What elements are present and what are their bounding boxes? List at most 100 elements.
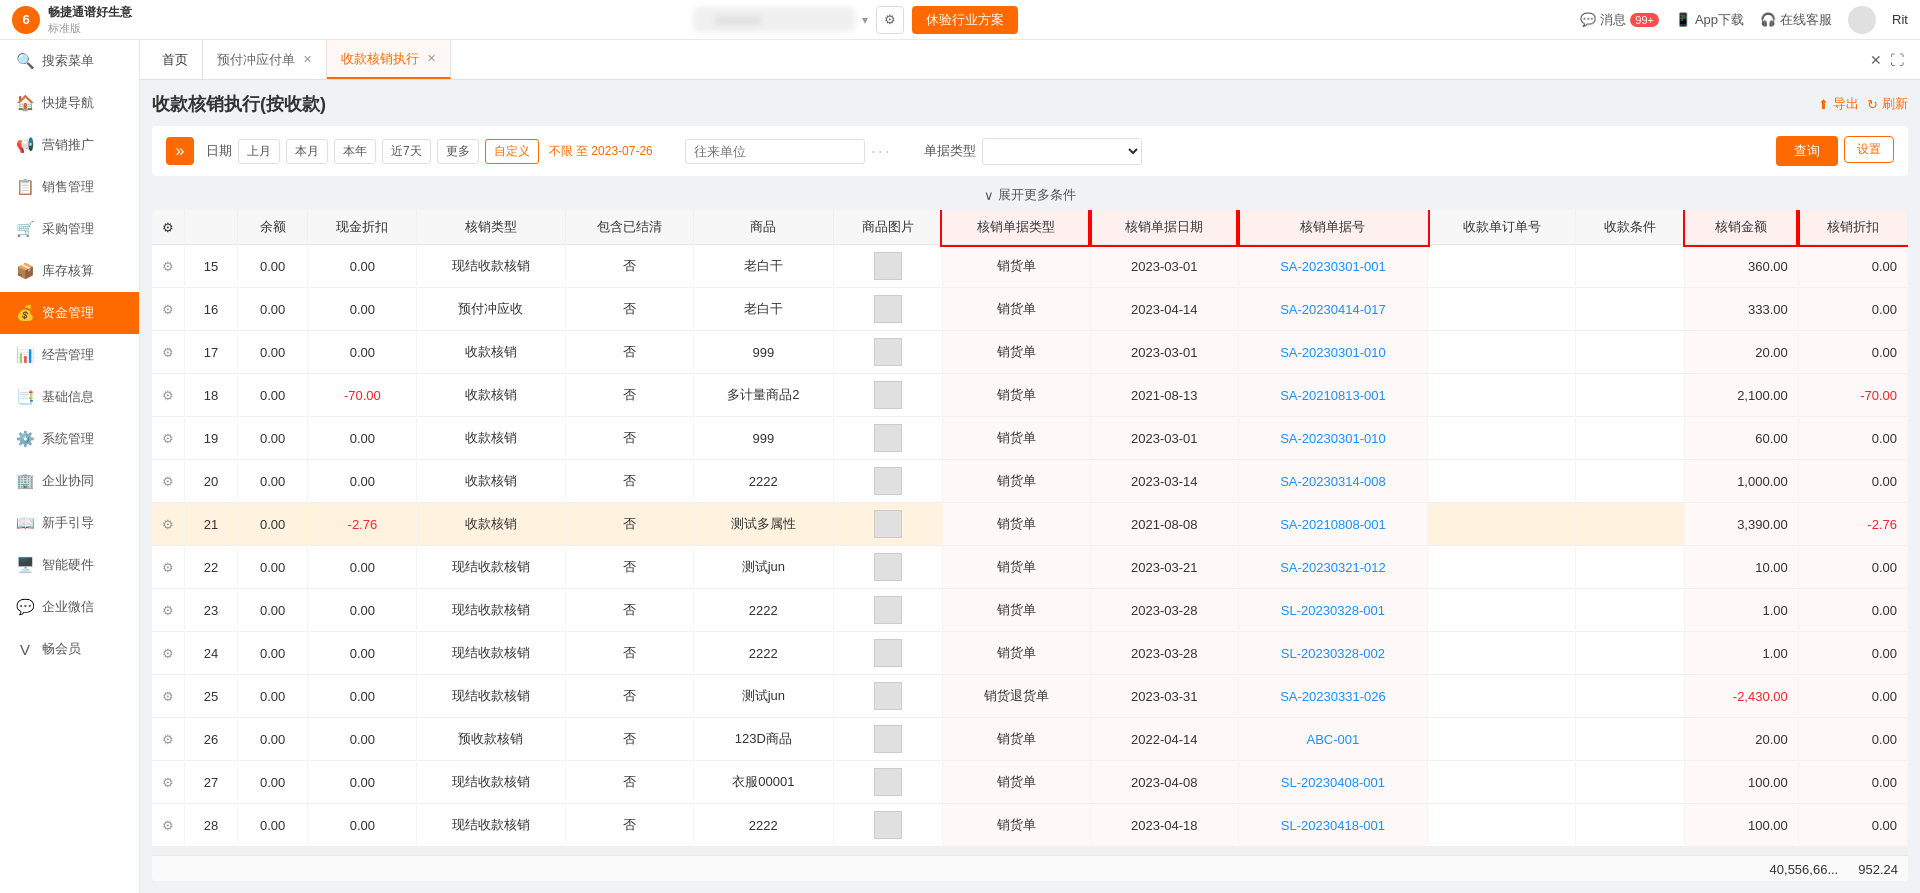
sidebar-item-member[interactable]: V 畅会员 <box>0 628 139 670</box>
cell-bill-no[interactable]: ABC-001 <box>1238 718 1427 761</box>
sidebar-item-search[interactable]: 🔍 搜索菜单 <box>0 40 139 82</box>
guide-icon: 📖 <box>16 514 34 532</box>
cell-bill-no[interactable]: SA-20210813-001 <box>1238 374 1427 417</box>
cell-product-img <box>833 632 942 675</box>
cell-bill-date: 2022-04-14 <box>1090 718 1238 761</box>
app-download-btn[interactable]: 📱 App下载 <box>1675 11 1744 29</box>
cell-balance: 0.00 <box>238 761 308 804</box>
sidebar-item-smart[interactable]: 🖥️ 智能硬件 <box>0 544 139 586</box>
sidebar-item-finance[interactable]: 💰 资金管理 <box>0 292 139 334</box>
sidebar-item-operations[interactable]: 📊 经营管理 <box>0 334 139 376</box>
sidebar-item-basic[interactable]: 📑 基础信息 <box>0 376 139 418</box>
cell-bill-no[interactable]: SA-20230301-010 <box>1238 331 1427 374</box>
close-tab-receipt-icon[interactable]: ✕ <box>427 52 436 65</box>
dots-icon[interactable]: ··· <box>871 141 892 162</box>
dropdown-arrow-icon[interactable]: ▾ <box>862 13 868 27</box>
cell-receipt-order <box>1428 245 1576 288</box>
cell-product-img <box>833 804 942 847</box>
counterpart-input[interactable] <box>685 139 865 164</box>
last7-btn[interactable]: 近7天 <box>382 139 431 164</box>
footer-cancel-discount: 952.24 <box>1858 862 1898 877</box>
cell-bill-no[interactable]: SL-20230408-001 <box>1238 761 1427 804</box>
messages-btn[interactable]: 💬 消息 99+ <box>1580 11 1659 29</box>
blurred-field[interactable] <box>694 8 854 31</box>
filter-collapse-btn[interactable]: » <box>166 137 194 165</box>
cell-cancel-discount: 0.00 <box>1798 331 1907 374</box>
cell-cancel-discount: 0.00 <box>1798 417 1907 460</box>
sidebar-item-system[interactable]: ⚙️ 系统管理 <box>0 418 139 460</box>
table-row: ⚙ 22 0.00 0.00 现结收款核销 否 测试jun 销货单 2023-0… <box>152 546 1908 589</box>
cell-bill-date: 2023-03-28 <box>1090 632 1238 675</box>
sidebar-item-quick-nav[interactable]: 🏠 快捷导航 <box>0 82 139 124</box>
cell-type: 收款核销 <box>417 503 565 546</box>
cell-included: 否 <box>565 417 694 460</box>
export-btn[interactable]: ⬆ 导出 <box>1818 95 1859 113</box>
cell-bill-no[interactable]: SA-20230321-012 <box>1238 546 1427 589</box>
cell-bill-date: 2023-04-08 <box>1090 761 1238 804</box>
home-icon: 🏠 <box>16 94 34 112</box>
cell-discount: 0.00 <box>308 804 417 847</box>
table-row: ⚙ 23 0.00 0.00 现结收款核销 否 2222 销货单 2023-03… <box>152 589 1908 632</box>
cell-bill-no[interactable]: SL-20230328-002 <box>1238 632 1427 675</box>
cell-discount: 0.00 <box>308 546 417 589</box>
last-month-btn[interactable]: 上月 <box>238 139 280 164</box>
cell-bill-no[interactable]: SA-20230301-010 <box>1238 417 1427 460</box>
cell-bill-date: 2023-03-31 <box>1090 675 1238 718</box>
cell-included: 否 <box>565 374 694 417</box>
sidebar-item-enterprise[interactable]: 🏢 企业协同 <box>0 460 139 502</box>
cell-bill-no[interactable]: SA-20230414-017 <box>1238 288 1427 331</box>
tab-receipt[interactable]: 收款核销执行 ✕ <box>327 40 451 79</box>
close-tab-btn[interactable]: ✕ <box>1870 52 1882 68</box>
cell-discount: 0.00 <box>308 632 417 675</box>
app-icon: 📱 <box>1675 12 1691 27</box>
industry-btn[interactable]: 休验行业方案 <box>912 6 1018 34</box>
settings-btn[interactable]: 设置 <box>1844 136 1894 163</box>
gear-button[interactable]: ⚙ <box>876 6 904 34</box>
cell-receipt-order <box>1428 632 1576 675</box>
this-month-btn[interactable]: 本月 <box>286 139 328 164</box>
cell-product: 123D商品 <box>694 718 833 761</box>
cell-bill-date: 2023-03-14 <box>1090 460 1238 503</box>
cell-bill-no[interactable]: SL-20230418-001 <box>1238 804 1427 847</box>
this-year-btn[interactable]: 本年 <box>334 139 376 164</box>
wechat-icon: 💬 <box>16 598 34 616</box>
refresh-btn[interactable]: ↻ 刷新 <box>1867 95 1908 113</box>
th-receipt-order: 收款单订单号 <box>1428 210 1576 245</box>
receipt-type-select[interactable] <box>982 138 1142 165</box>
tab-prepay[interactable]: 预付冲应付单 ✕ <box>203 40 327 79</box>
query-btn[interactable]: 查询 <box>1776 136 1838 166</box>
cell-bill-no[interactable]: SA-20210808-001 <box>1238 503 1427 546</box>
member-icon: V <box>16 640 34 658</box>
expand-link[interactable]: ∨ 展开更多条件 <box>984 186 1076 204</box>
th-receipt-cond: 收款条件 <box>1576 210 1685 245</box>
top-bar: 6 畅捷通谱好生意 标准版 ▾ ⚙ 休验行业方案 💬 消息 99+ 📱 App下… <box>0 0 1920 40</box>
more-btn[interactable]: 更多 <box>437 139 479 164</box>
table-row: ⚙ 25 0.00 0.00 现结收款核销 否 测试jun 销货退货单 2023… <box>152 675 1908 718</box>
sidebar-item-wechat[interactable]: 💬 企业微信 <box>0 586 139 628</box>
cell-receipt-cond <box>1576 546 1685 589</box>
cell-product: 测试jun <box>694 675 833 718</box>
content-area: 首页 预付冲应付单 ✕ 收款核销执行 ✕ ✕ ⛶ 收款核销执行(按收款) <box>140 40 1920 893</box>
cell-bill-no[interactable]: SA-20230301-001 <box>1238 245 1427 288</box>
sidebar-item-inventory[interactable]: 📦 库存核算 <box>0 250 139 292</box>
sidebar-item-purchase[interactable]: 🛒 采购管理 <box>0 208 139 250</box>
scrollbar[interactable] <box>152 847 1908 855</box>
expand-tab-btn[interactable]: ⛶ <box>1890 52 1904 68</box>
tabs-left: 首页 预付冲应付单 ✕ 收款核销执行 ✕ <box>148 40 451 79</box>
table-row: ⚙ 21 0.00 -2.76 收款核销 否 测试多属性 销货单 2021-08… <box>152 503 1908 546</box>
cell-bill-no[interactable]: SA-20230331-026 <box>1238 675 1427 718</box>
cell-bill-no[interactable]: SL-20230328-001 <box>1238 589 1427 632</box>
cell-bill-no[interactable]: SA-20230314-008 <box>1238 460 1427 503</box>
tab-home[interactable]: 首页 <box>148 40 203 79</box>
online-service-btn[interactable]: 🎧 在线客服 <box>1760 11 1832 29</box>
custom-btn[interactable]: 自定义 <box>485 139 539 164</box>
sidebar-item-sales[interactable]: 📋 销售管理 <box>0 166 139 208</box>
sidebar-item-marketing[interactable]: 📢 营销推广 <box>0 124 139 166</box>
table-header-row: ⚙ 余额 现金折扣 核销类型 包含已结清 商品 商品图片 核销单据类型 核销单据… <box>152 210 1908 245</box>
th-product: 商品 <box>694 210 833 245</box>
cell-receipt-cond <box>1576 632 1685 675</box>
cell-product-img <box>833 589 942 632</box>
sidebar-item-guide[interactable]: 📖 新手引导 <box>0 502 139 544</box>
close-tab-prepay-icon[interactable]: ✕ <box>303 53 312 66</box>
cell-bill-type: 销货退货单 <box>942 675 1090 718</box>
